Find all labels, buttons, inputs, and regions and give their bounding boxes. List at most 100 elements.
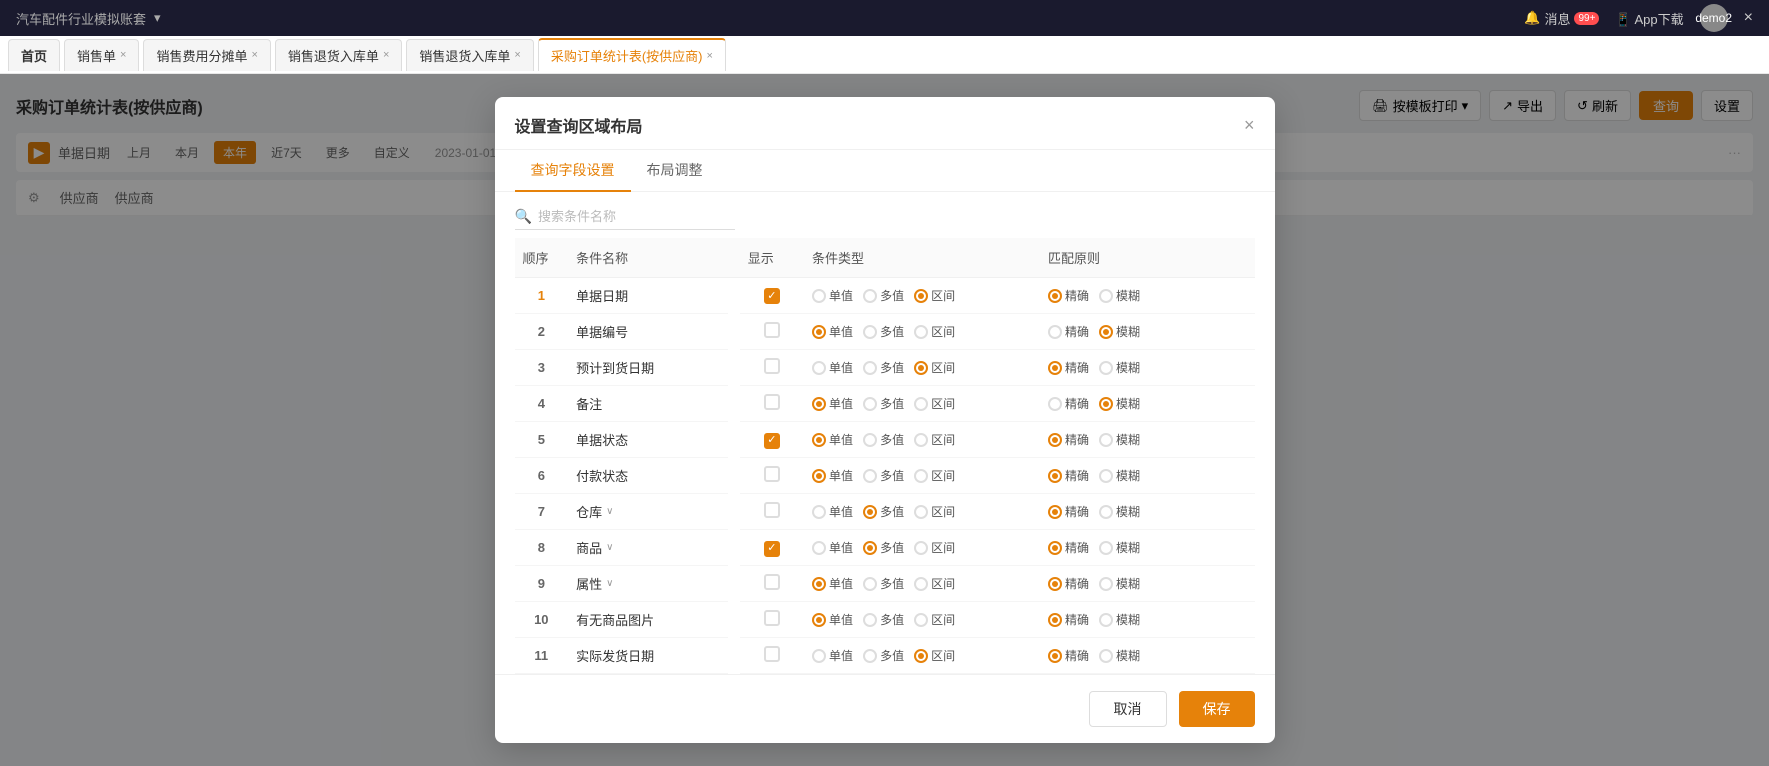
- row-show-1[interactable]: [740, 314, 804, 350]
- radio-type-单值-5[interactable]: [812, 469, 826, 483]
- topbar-close-button[interactable]: ×: [1744, 9, 1753, 27]
- notification-area[interactable]: 🔔 消息 99+: [1524, 9, 1599, 28]
- checkbox-7[interactable]: [764, 541, 780, 557]
- radio-type-单值-4[interactable]: [812, 433, 826, 447]
- radio-rule-模糊-6[interactable]: [1099, 505, 1113, 519]
- radio-type-多值-9[interactable]: [863, 613, 877, 627]
- radio-type-多值-7[interactable]: [863, 541, 877, 555]
- tab-3[interactable]: 销售退货入库单 ×: [275, 39, 402, 71]
- radio-type-多值-4[interactable]: [863, 433, 877, 447]
- radio-type-单值-6[interactable]: [812, 505, 826, 519]
- row-show-0[interactable]: [740, 277, 804, 314]
- radio-rule-精确-7[interactable]: [1048, 541, 1062, 555]
- row-show-8[interactable]: [740, 566, 804, 602]
- radio-type-多值-5[interactable]: [863, 469, 877, 483]
- radio-type-区间-4[interactable]: [914, 433, 928, 447]
- row-show-2[interactable]: [740, 350, 804, 386]
- radio-type-多值-8[interactable]: [863, 577, 877, 591]
- radio-type-单值-3[interactable]: [812, 397, 826, 411]
- cancel-button[interactable]: 取消: [1089, 691, 1167, 727]
- checkbox-5[interactable]: [764, 466, 780, 482]
- radio-rule-模糊-1[interactable]: [1099, 325, 1113, 339]
- radio-type-单值-9[interactable]: [812, 613, 826, 627]
- row-dropdown-icon-8[interactable]: ∨: [606, 578, 613, 589]
- radio-type-区间-5[interactable]: [914, 469, 928, 483]
- radio-type-区间-1[interactable]: [914, 325, 928, 339]
- tab-sales-order[interactable]: 销售单 ×: [64, 39, 139, 71]
- tab-sales-order-close[interactable]: ×: [120, 49, 126, 61]
- radio-rule-模糊-8[interactable]: [1099, 577, 1113, 591]
- radio-type-单值-7[interactable]: [812, 541, 826, 555]
- radio-type-区间-2[interactable]: [914, 361, 928, 375]
- radio-type-多值-6[interactable]: [863, 505, 877, 519]
- radio-rule-模糊-4[interactable]: [1099, 433, 1113, 447]
- radio-rule-模糊-5[interactable]: [1099, 469, 1113, 483]
- radio-rule-精确-2[interactable]: [1048, 361, 1062, 375]
- row-show-10[interactable]: [740, 638, 804, 674]
- radio-rule-模糊-2[interactable]: [1099, 361, 1113, 375]
- row-dropdown-icon-6[interactable]: ∨: [606, 506, 613, 517]
- radio-rule-模糊-7[interactable]: [1099, 541, 1113, 555]
- modal-tab-query-fields[interactable]: 查询字段设置: [515, 150, 631, 192]
- radio-type-区间-8[interactable]: [914, 577, 928, 591]
- radio-type-单值-0[interactable]: [812, 289, 826, 303]
- radio-rule-精确-8[interactable]: [1048, 577, 1062, 591]
- tab-sales-expense-close[interactable]: ×: [251, 49, 257, 61]
- radio-type-区间-9[interactable]: [914, 613, 928, 627]
- radio-rule-模糊-9[interactable]: [1099, 613, 1113, 627]
- checkbox-9[interactable]: [764, 610, 780, 626]
- radio-rule-精确-9[interactable]: [1048, 613, 1062, 627]
- tab-3-close[interactable]: ×: [383, 49, 389, 61]
- search-input[interactable]: [538, 209, 718, 224]
- radio-rule-精确-5[interactable]: [1048, 469, 1062, 483]
- tab-purchase-stat[interactable]: 采购订单统计表(按供应商) ×: [538, 38, 726, 71]
- checkbox-10[interactable]: [764, 646, 780, 662]
- radio-rule-精确-10[interactable]: [1048, 649, 1062, 663]
- user-avatar[interactable]: demo2: [1700, 4, 1728, 32]
- radio-type-多值-3[interactable]: [863, 397, 877, 411]
- radio-type-区间-10[interactable]: [914, 649, 928, 663]
- radio-rule-精确-4[interactable]: [1048, 433, 1062, 447]
- radio-type-多值-2[interactable]: [863, 361, 877, 375]
- checkbox-3[interactable]: [764, 394, 780, 410]
- radio-rule-精确-3[interactable]: [1048, 397, 1062, 411]
- checkbox-8[interactable]: [764, 574, 780, 590]
- radio-type-区间-3[interactable]: [914, 397, 928, 411]
- app-download[interactable]: 📱 App下载: [1615, 9, 1683, 28]
- checkbox-0[interactable]: [764, 288, 780, 304]
- checkbox-6[interactable]: [764, 502, 780, 518]
- tab-sales-expense[interactable]: 销售费用分摊单 ×: [143, 39, 270, 71]
- row-show-3[interactable]: [740, 386, 804, 422]
- save-button[interactable]: 保存: [1179, 691, 1255, 727]
- row-show-4[interactable]: [740, 422, 804, 458]
- app-dropdown-icon[interactable]: ▾: [154, 10, 161, 26]
- radio-rule-模糊-10[interactable]: [1099, 649, 1113, 663]
- row-show-7[interactable]: [740, 530, 804, 566]
- radio-rule-模糊-0[interactable]: [1099, 289, 1113, 303]
- checkbox-4[interactable]: [764, 433, 780, 449]
- tab-4-close[interactable]: ×: [514, 49, 520, 61]
- radio-type-多值-10[interactable]: [863, 649, 877, 663]
- radio-rule-模糊-3[interactable]: [1099, 397, 1113, 411]
- tab-4[interactable]: 销售退货入库单 ×: [406, 39, 533, 71]
- tab-purchase-stat-close[interactable]: ×: [707, 50, 713, 62]
- radio-type-区间-7[interactable]: [914, 541, 928, 555]
- tab-home[interactable]: 首页: [8, 39, 60, 71]
- radio-type-多值-0[interactable]: [863, 289, 877, 303]
- radio-type-区间-0[interactable]: [914, 289, 928, 303]
- radio-type-单值-1[interactable]: [812, 325, 826, 339]
- modal-close-button[interactable]: ×: [1244, 116, 1255, 134]
- radio-type-区间-6[interactable]: [914, 505, 928, 519]
- row-show-6[interactable]: [740, 494, 804, 530]
- radio-type-单值-2[interactable]: [812, 361, 826, 375]
- radio-type-单值-8[interactable]: [812, 577, 826, 591]
- checkbox-2[interactable]: [764, 358, 780, 374]
- row-dropdown-icon-7[interactable]: ∨: [606, 542, 613, 553]
- row-show-9[interactable]: [740, 602, 804, 638]
- radio-type-多值-1[interactable]: [863, 325, 877, 339]
- radio-type-单值-10[interactable]: [812, 649, 826, 663]
- radio-rule-精确-6[interactable]: [1048, 505, 1062, 519]
- modal-tab-layout-adjust[interactable]: 布局调整: [631, 150, 719, 192]
- radio-rule-精确-1[interactable]: [1048, 325, 1062, 339]
- radio-rule-精确-0[interactable]: [1048, 289, 1062, 303]
